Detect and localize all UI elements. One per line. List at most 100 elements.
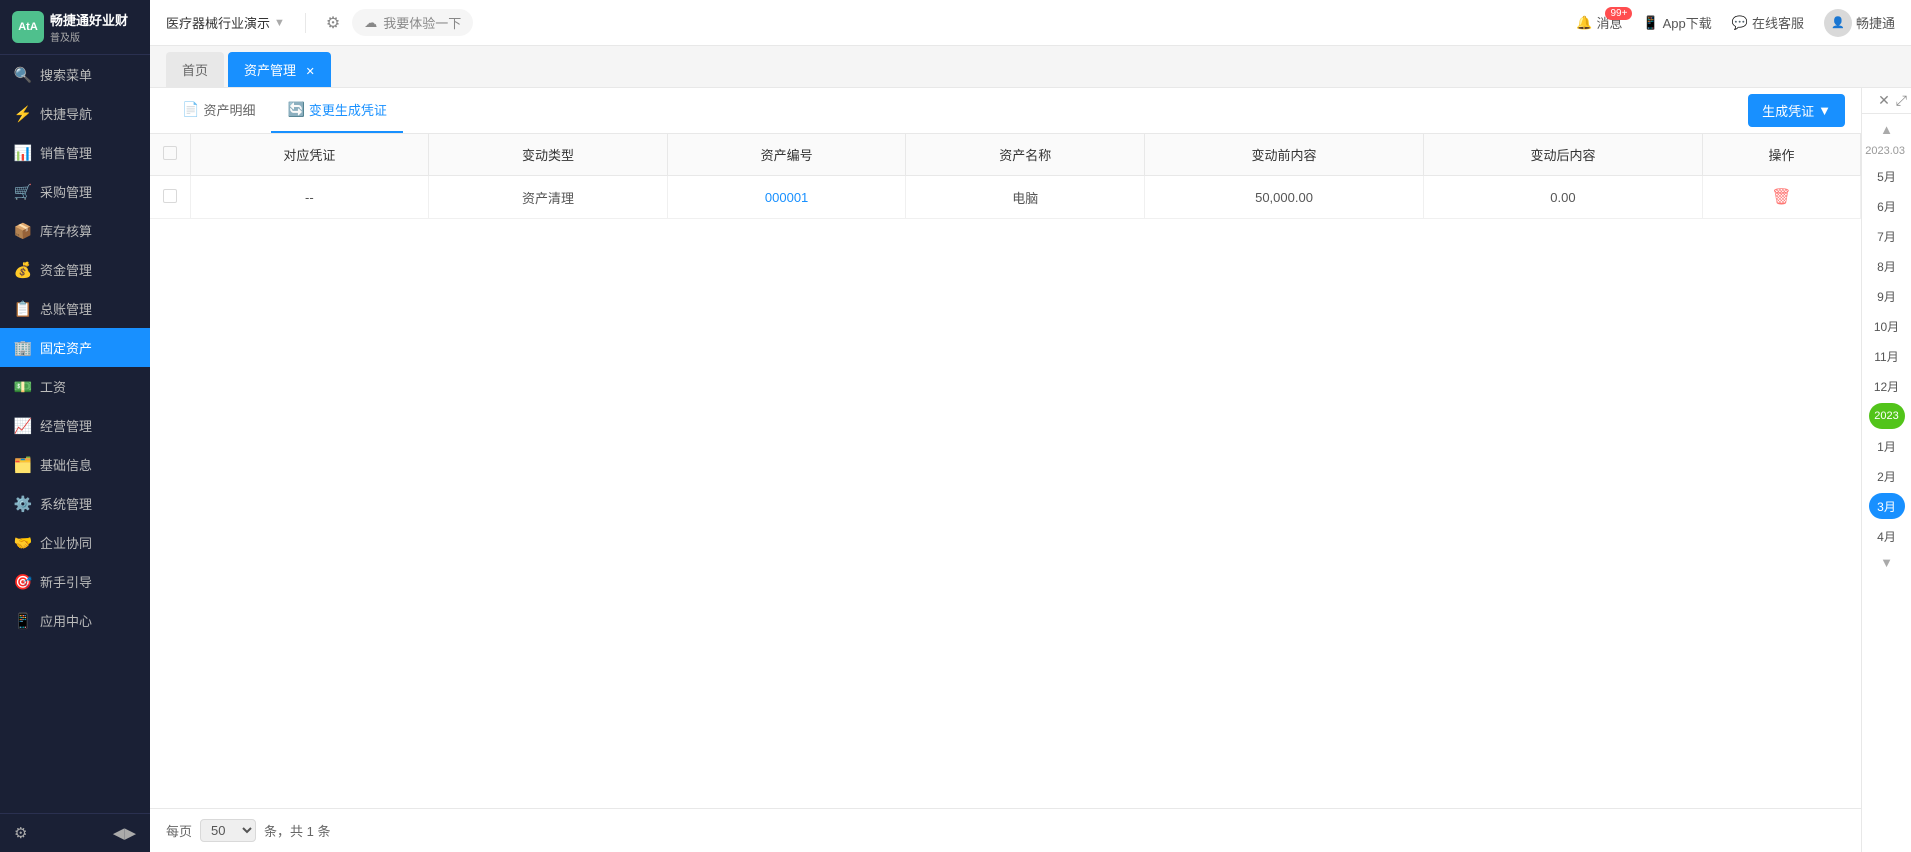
sidebar-item-label: 应用中心 xyxy=(40,611,92,630)
col-change-type: 变动类型 xyxy=(429,134,668,176)
user-name: 畅捷通 xyxy=(1856,13,1895,32)
sidebar-item-label: 销售管理 xyxy=(40,143,92,162)
download-icon: 📱 xyxy=(1642,15,1658,31)
date-scroll[interactable]: ▲ 2023.03 5月 6月 7月 8月 9月 10月 11月 12月 202… xyxy=(1862,114,1911,852)
change-voucher-icon: 🔄 xyxy=(287,101,304,118)
tab-home[interactable]: 首页 xyxy=(166,52,224,87)
row-after-change: 0.00 xyxy=(1423,176,1702,219)
month-7[interactable]: 7月 xyxy=(1869,223,1905,249)
customer-service-label: 在线客服 xyxy=(1752,13,1804,32)
right-panel: ✕ ⤢ ▲ 2023.03 5月 6月 7月 8月 9月 10月 11月 12月… xyxy=(1861,88,1911,852)
settings-gear-icon[interactable]: ⚙ xyxy=(326,13,340,33)
month-2[interactable]: 2月 xyxy=(1869,463,1905,489)
year-2023-marker[interactable]: 2023 xyxy=(1869,403,1905,429)
select-all-checkbox[interactable] xyxy=(163,146,177,160)
generate-voucher-button[interactable]: 生成凭证 ▼ xyxy=(1748,94,1845,127)
app-download-button[interactable]: 📱 App下载 xyxy=(1642,13,1711,32)
month-10[interactable]: 10月 xyxy=(1869,313,1905,339)
month-8[interactable]: 8月 xyxy=(1869,253,1905,279)
sidebar-bottom: ⚙ ◀▶ xyxy=(0,813,150,852)
delete-row-icon[interactable]: 🗑 xyxy=(1771,189,1791,206)
sidebar-item-payroll[interactable]: 💵 工资 xyxy=(0,367,150,406)
sidebar-item-purchase[interactable]: 🛒 采购管理 xyxy=(0,172,150,211)
sidebar-item-sales[interactable]: 📊 销售管理 xyxy=(0,133,150,172)
scroll-down-icon[interactable]: ▼ xyxy=(1862,551,1911,574)
month-5[interactable]: 5月 xyxy=(1869,163,1905,189)
tab-asset-mgmt-label: 资产管理 xyxy=(244,63,296,78)
total-label: 条，共 1 条 xyxy=(264,821,330,840)
sidebar-item-enterprise[interactable]: 🤝 企业协同 xyxy=(0,523,150,562)
main-area: 医疗器械行业演示 ▼ ⚙ ☁ 我要体验一下 🔔 消息 99+ 📱 App下载 💬… xyxy=(150,0,1911,852)
scroll-up-icon[interactable]: ▲ xyxy=(1862,118,1911,141)
topbar: 医疗器械行业演示 ▼ ⚙ ☁ 我要体验一下 🔔 消息 99+ 📱 App下载 💬… xyxy=(150,0,1911,46)
sidebar: AtA 畅捷通好业财 普及版 🔍 搜索菜单 ⚡ 快捷导航 📊 销售管理 🛒 采购… xyxy=(0,0,150,852)
col-voucher: 对应凭证 xyxy=(190,134,429,176)
month-4[interactable]: 4月 xyxy=(1869,523,1905,549)
sidebar-item-operations[interactable]: 📈 经营管理 xyxy=(0,406,150,445)
purchase-icon: 🛒 xyxy=(14,183,32,201)
sidebar-item-fixed-assets[interactable]: 🏢 固定资产 xyxy=(0,328,150,367)
sidebar-item-quick-nav[interactable]: ⚡ 快捷导航 xyxy=(0,94,150,133)
month-9[interactable]: 9月 xyxy=(1869,283,1905,309)
sidebar-item-label: 库存核算 xyxy=(40,221,92,240)
tab-change-voucher[interactable]: 🔄 变更生成凭证 xyxy=(271,88,402,133)
sales-icon: 📊 xyxy=(14,144,32,162)
search-icon: 🔍 xyxy=(14,66,32,84)
collapse-icon[interactable]: ◀▶ xyxy=(113,824,136,842)
right-panel-close-icon[interactable]: ✕ xyxy=(1878,92,1890,109)
right-panel-expand-icon[interactable]: ⤢ xyxy=(1896,92,1907,109)
tab-asset-mgmt[interactable]: 资产管理 ✕ xyxy=(228,52,331,87)
suggest-label: 我要体验一下 xyxy=(383,13,461,32)
settings-icon[interactable]: ⚙ xyxy=(14,824,27,842)
sidebar-item-guide[interactable]: 🎯 新手引导 xyxy=(0,562,150,601)
tab-close-icon[interactable]: ✕ xyxy=(306,66,315,78)
funds-icon: 💰 xyxy=(14,261,32,279)
sidebar-item-app-center[interactable]: 📱 应用中心 xyxy=(0,601,150,640)
table-row: -- 资产清理 000001 电脑 xyxy=(150,176,1861,219)
tab-change-voucher-label: 变更生成凭证 xyxy=(309,100,387,119)
sidebar-item-label: 系统管理 xyxy=(40,494,92,513)
month-6[interactable]: 6月 xyxy=(1869,193,1905,219)
topbar-divider xyxy=(305,13,306,33)
sidebar-item-label: 经营管理 xyxy=(40,416,92,435)
company-selector[interactable]: 医疗器械行业演示 ▼ xyxy=(166,13,285,32)
sidebar-item-search[interactable]: 🔍 搜索菜单 xyxy=(0,55,150,94)
row-voucher: -- xyxy=(190,176,429,219)
row-checkbox[interactable] xyxy=(163,189,177,203)
payroll-icon: 💵 xyxy=(14,378,32,396)
sidebar-item-system[interactable]: ⚙️ 系统管理 xyxy=(0,484,150,523)
sidebar-item-ledger[interactable]: 📋 总账管理 xyxy=(0,289,150,328)
per-page-select[interactable]: 50 10 20 100 xyxy=(200,819,256,842)
sidebar-item-label: 基础信息 xyxy=(40,455,92,474)
tab-home-label: 首页 xyxy=(182,63,208,78)
app-version: 普及版 xyxy=(50,29,128,44)
month-1[interactable]: 1月 xyxy=(1869,433,1905,459)
row-before-change: 50,000.00 xyxy=(1145,176,1424,219)
col-before-change: 变动前内容 xyxy=(1145,134,1424,176)
sidebar-logo: AtA 畅捷通好业财 普及版 xyxy=(0,0,150,55)
sidebar-item-label: 搜索菜单 xyxy=(40,65,92,84)
suggest-button[interactable]: ☁ 我要体验一下 xyxy=(352,9,473,36)
inventory-icon: 📦 xyxy=(14,222,32,240)
month-12[interactable]: 12月 xyxy=(1869,373,1905,399)
customer-service-button[interactable]: 💬 在线客服 xyxy=(1732,13,1804,32)
sidebar-item-basic-info[interactable]: 🗂️ 基础信息 xyxy=(0,445,150,484)
month-11[interactable]: 11月 xyxy=(1869,343,1905,369)
month-3-current[interactable]: 3月 xyxy=(1869,493,1905,519)
app-name: 畅捷通好业财 xyxy=(50,10,128,29)
sidebar-item-label: 固定资产 xyxy=(40,338,92,357)
inner-tabs: 📄 资产明细 🔄 变更生成凭证 生成凭证 ▼ xyxy=(150,88,1861,134)
table-container: 对应凭证 变动类型 资产编号 资产名称 xyxy=(150,134,1861,808)
sidebar-item-inventory[interactable]: 📦 库存核算 xyxy=(0,211,150,250)
generate-voucher-label: 生成凭证 xyxy=(1762,101,1814,120)
year-label: 2023.03 xyxy=(1862,141,1911,161)
tab-asset-detail[interactable]: 📄 资产明细 xyxy=(166,88,271,133)
col-after-change: 变动后内容 xyxy=(1423,134,1702,176)
notifications-button[interactable]: 🔔 消息 99+ xyxy=(1576,13,1622,32)
dropdown-arrow-icon: ▼ xyxy=(1818,103,1831,118)
app-download-label: App下载 xyxy=(1663,13,1712,32)
user-menu[interactable]: 👤 畅捷通 xyxy=(1824,9,1895,37)
sidebar-item-funds[interactable]: 💰 资金管理 xyxy=(0,250,150,289)
enterprise-icon: 🤝 xyxy=(14,534,32,552)
col-asset-code: 资产编号 xyxy=(667,134,906,176)
